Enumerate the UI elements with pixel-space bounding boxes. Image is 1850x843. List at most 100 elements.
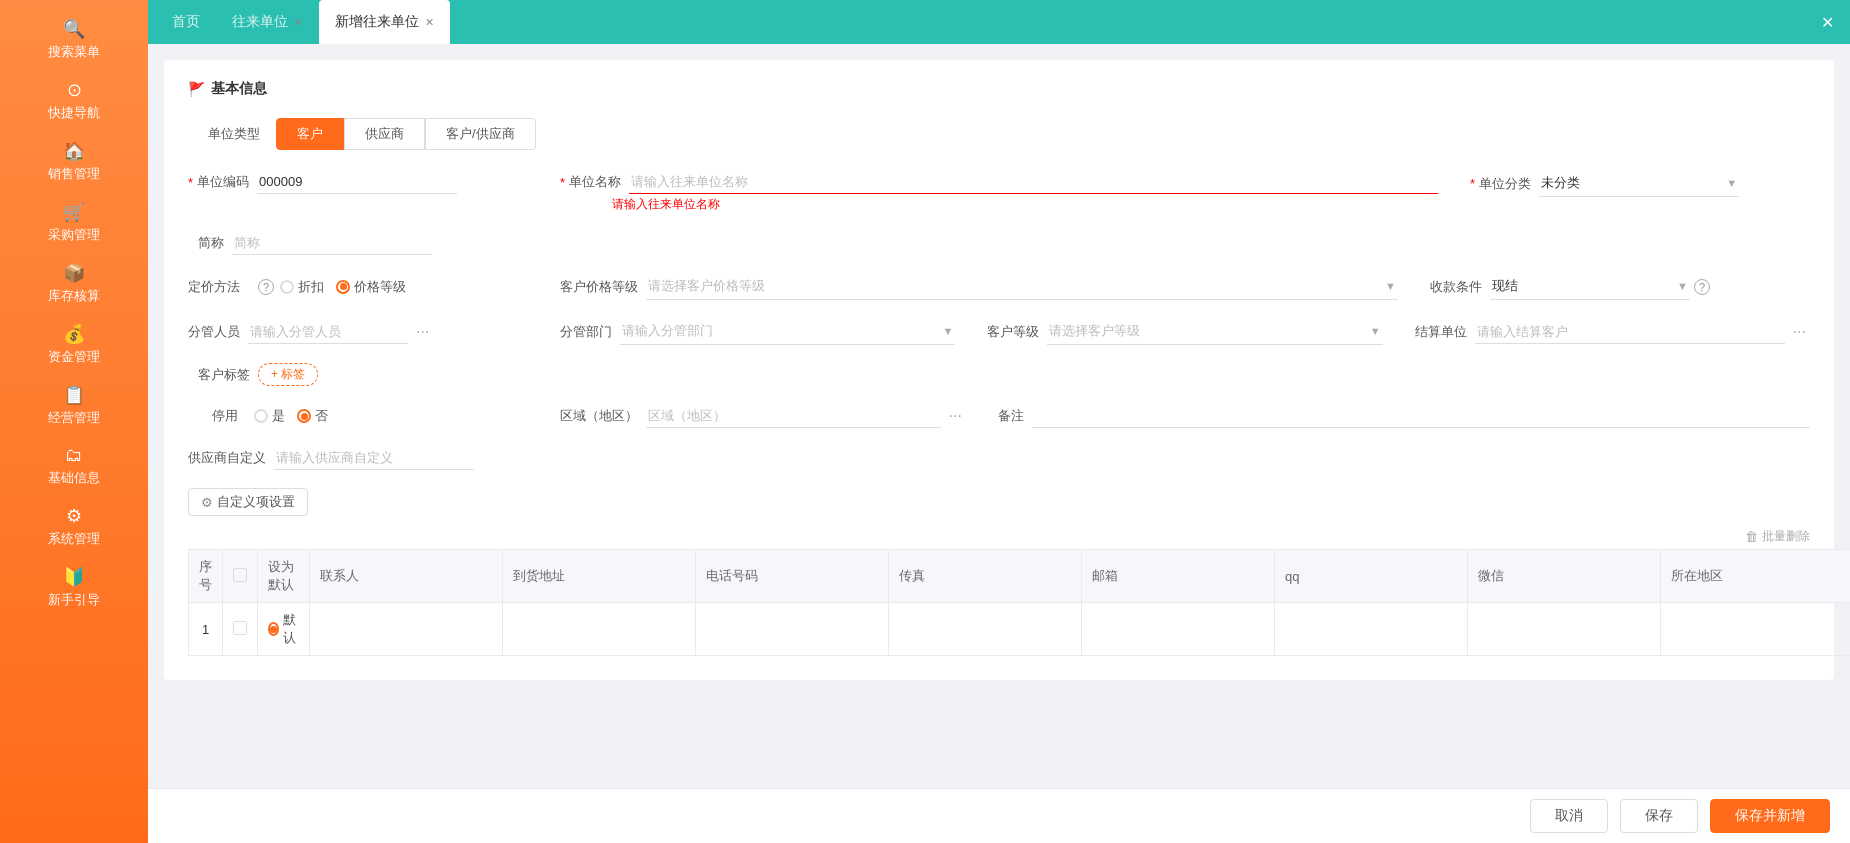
custom-setting-button[interactable]: ⚙ 自定义项设置	[188, 488, 308, 516]
unit-code-input[interactable]	[257, 170, 457, 194]
row-email[interactable]	[1082, 603, 1275, 656]
unit-type-supplier-btn[interactable]: 供应商	[344, 118, 425, 150]
row-region[interactable]	[1661, 603, 1851, 656]
settlement-unit-label: 结算单位	[1415, 323, 1467, 341]
region-input[interactable]	[646, 404, 941, 428]
payment-terms-value: 现结	[1492, 277, 1673, 295]
customer-price-level-select[interactable]: 请选择客户价格等级 ▼	[646, 273, 1398, 300]
disabled-radio-yes[interactable]: 是	[254, 407, 285, 425]
unit-code-field: * 单位编码	[188, 170, 528, 194]
dept-placeholder: 请输入分管部门	[622, 322, 938, 340]
supplier-custom-label: 供应商自定义	[188, 449, 266, 467]
sidebar-item-guide[interactable]: 🔰 新手引导	[0, 556, 148, 617]
save-new-button[interactable]: 保存并新增	[1710, 799, 1830, 833]
form-card: 🚩 基本信息 单位类型 客户 供应商 客户/供应商 * 单位编码	[164, 60, 1834, 680]
col-phone: 电话号码	[696, 550, 889, 603]
fax-input[interactable]	[899, 618, 1071, 641]
unit-name-input[interactable]	[629, 170, 1438, 194]
sidebar-item-inventory[interactable]: 📦 库存核算	[0, 252, 148, 313]
header-checkbox[interactable]	[233, 568, 247, 582]
payment-terms-help[interactable]: ?	[1694, 279, 1710, 295]
cancel-button[interactable]: 取消	[1530, 799, 1608, 833]
batch-delete-icon: 🗑	[1745, 529, 1758, 544]
unit-category-select[interactable]: 未分类 ▼	[1539, 170, 1739, 197]
row-wechat[interactable]	[1468, 603, 1661, 656]
settlement-unit-input[interactable]	[1475, 320, 1785, 344]
remark-field: 备注	[998, 404, 1810, 428]
sidebar-item-sales[interactable]: 🏠 销售管理	[0, 130, 148, 191]
unit-category-label: 单位分类	[1479, 175, 1531, 193]
sidebar-item-basic[interactable]: 🗂 基础信息	[0, 435, 148, 495]
qq-input[interactable]	[1285, 618, 1457, 641]
save-button[interactable]: 保存	[1620, 799, 1698, 833]
row-address[interactable]	[503, 603, 696, 656]
dept-select[interactable]: 请输入分管部门 ▼	[620, 318, 955, 345]
col-qq: qq	[1275, 550, 1468, 603]
unit-code-required: *	[188, 175, 193, 190]
customer-level-select[interactable]: 请选择客户等级 ▼	[1047, 318, 1382, 345]
payment-terms-select[interactable]: 现结 ▼	[1490, 273, 1690, 300]
form-row-supplier-custom: 供应商自定义	[188, 446, 1810, 470]
customer-price-level-placeholder: 请选择客户价格等级	[648, 277, 1381, 295]
form-row-pricing: 定价方法 ? 折扣 价格等级 客户价格等级	[188, 273, 1810, 300]
contact-input[interactable]	[320, 618, 492, 641]
tab-counterparty[interactable]: 往来单位 ✕	[216, 0, 319, 44]
dept-field: 分管部门 请输入分管部门 ▼	[560, 318, 955, 345]
supplier-custom-input[interactable]	[274, 446, 474, 470]
email-input[interactable]	[1092, 618, 1264, 641]
col-address: 到货地址	[503, 550, 696, 603]
address-input[interactable]	[513, 618, 685, 641]
row-phone[interactable]	[696, 603, 889, 656]
wechat-input[interactable]	[1478, 618, 1650, 641]
manager-more-btn[interactable]: ···	[412, 323, 433, 341]
tab-new-counterparty[interactable]: 新增往来单位 ✕	[319, 0, 450, 44]
tab-new-counterparty-close[interactable]: ✕	[425, 16, 434, 29]
short-name-input[interactable]	[232, 231, 432, 255]
unit-type-both-btn[interactable]: 客户/供应商	[425, 118, 536, 150]
sidebar-item-search[interactable]: 🔍 搜索菜单	[0, 8, 148, 69]
unit-type-customer-btn[interactable]: 客户	[276, 118, 344, 150]
settlement-unit-field: 结算单位 ···	[1415, 320, 1810, 344]
settlement-unit-more-btn[interactable]: ···	[1789, 323, 1810, 341]
operation-icon: 📋	[63, 384, 85, 406]
pricing-radio-discount[interactable]: 折扣	[280, 278, 324, 296]
tab-home[interactable]: 首页	[156, 0, 216, 44]
remark-input[interactable]	[1032, 404, 1810, 428]
tab-bar: 首页 往来单位 ✕ 新增往来单位 ✕ ✕	[148, 0, 1850, 44]
sidebar-item-system[interactable]: ⚙ 系统管理	[0, 495, 148, 556]
row-index: 1	[189, 603, 223, 656]
sidebar-item-finance[interactable]: 💰 资金管理	[0, 313, 148, 374]
sidebar-item-purchase[interactable]: 🛒 采购管理	[0, 191, 148, 252]
sidebar-item-operation[interactable]: 📋 经营管理	[0, 374, 148, 435]
pricing-radio-price-level[interactable]: 价格等级	[336, 278, 406, 296]
row-default-radio[interactable]: 默认	[268, 611, 299, 647]
pricing-method-label: 定价方法	[188, 278, 240, 296]
gear-icon: ⚙	[201, 495, 213, 510]
sidebar-item-quick-nav[interactable]: ⊙ 快捷导航	[0, 69, 148, 130]
customer-price-level-label: 客户价格等级	[560, 278, 638, 296]
row-fax[interactable]	[889, 603, 1082, 656]
tab-counterparty-close[interactable]: ✕	[294, 16, 303, 29]
batch-delete-label[interactable]: 批量删除	[1762, 528, 1810, 545]
unit-category-chevron: ▼	[1726, 177, 1737, 189]
tab-new-counterparty-label: 新增往来单位	[335, 13, 419, 31]
region-table-input[interactable]	[1671, 618, 1843, 641]
unit-category-value: 未分类	[1541, 174, 1722, 192]
row-checkbox[interactable]	[233, 621, 247, 635]
purchase-icon: 🛒	[63, 201, 85, 223]
unit-type-label: 单位类型	[208, 126, 260, 141]
pricing-method-field: 定价方法 ? 折扣 价格等级	[188, 278, 528, 296]
phone-input[interactable]	[706, 618, 878, 641]
unit-name-field: * 单位名称	[560, 170, 1438, 194]
unit-code-label: 单位编码	[197, 173, 249, 191]
manager-input[interactable]	[248, 320, 408, 344]
row-qq[interactable]	[1275, 603, 1468, 656]
region-more-btn[interactable]: ···	[945, 407, 966, 425]
row-contact[interactable]	[310, 603, 503, 656]
pricing-method-help[interactable]: ?	[258, 279, 274, 295]
disabled-radio-no[interactable]: 否	[297, 407, 328, 425]
tag-add-button[interactable]: + 标签	[258, 363, 318, 386]
tab-bar-close-button[interactable]: ✕	[1813, 13, 1842, 32]
section-title: 🚩 基本信息	[188, 80, 1810, 98]
col-wechat: 微信	[1468, 550, 1661, 603]
